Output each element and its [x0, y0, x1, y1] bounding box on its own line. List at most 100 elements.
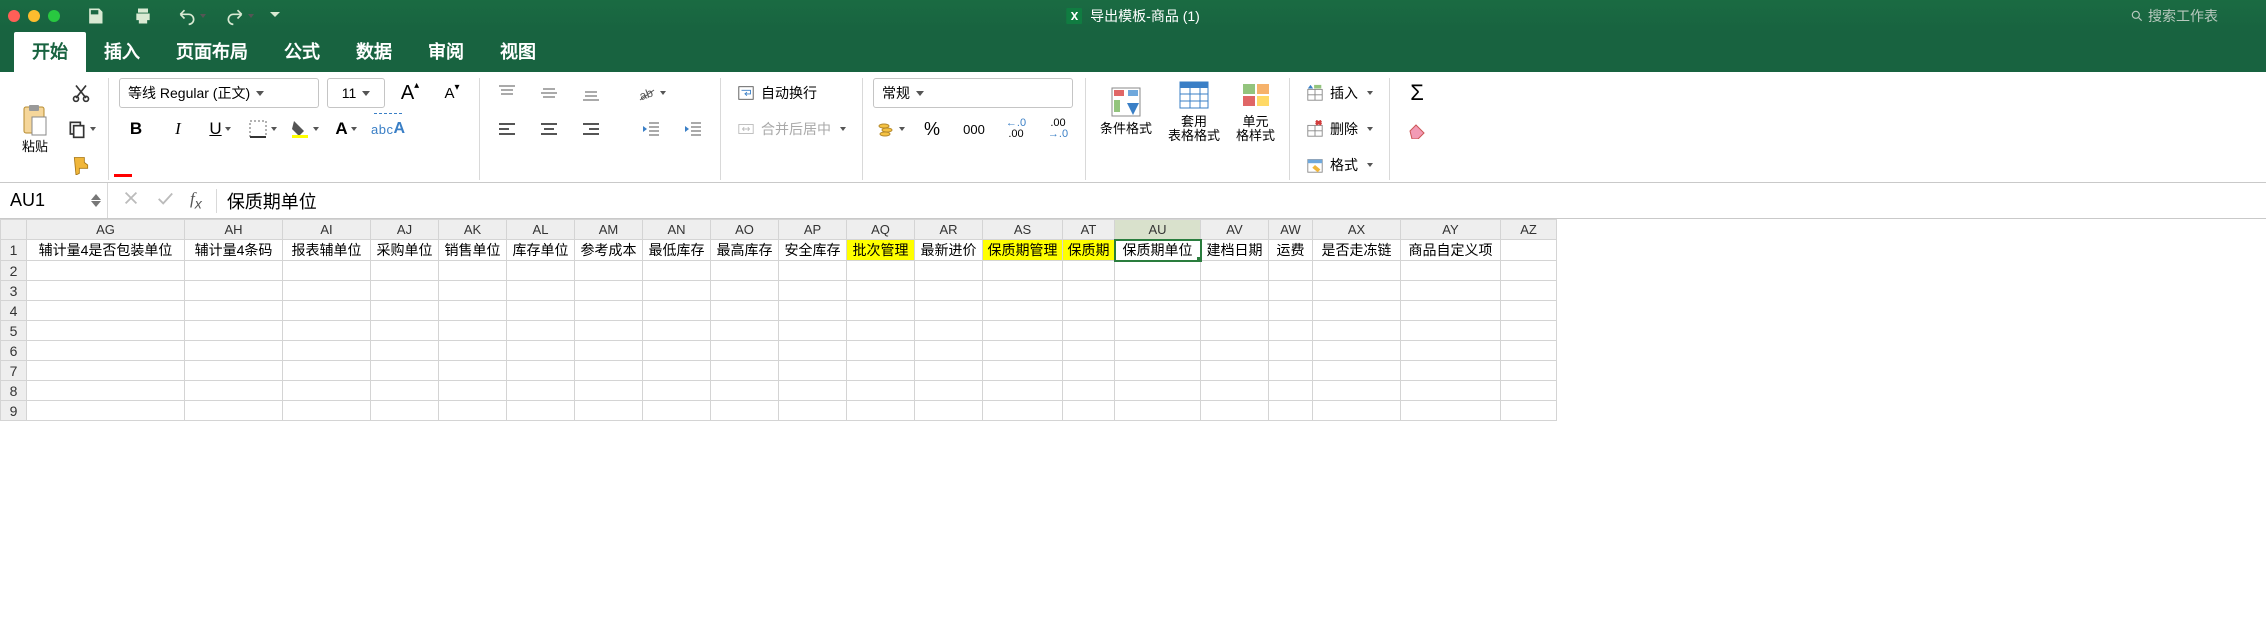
cell-AH5[interactable] — [185, 321, 283, 341]
cell-AJ7[interactable] — [371, 361, 439, 381]
copy-icon[interactable] — [64, 114, 98, 144]
cell-AQ1[interactable]: 批次管理 — [847, 240, 915, 261]
undo-button[interactable] — [174, 1, 208, 31]
cell-AL1[interactable]: 库存单位 — [507, 240, 575, 261]
align-left-icon[interactable] — [490, 114, 524, 144]
format-painter-icon[interactable] — [64, 150, 98, 180]
column-header-AJ[interactable]: AJ — [371, 220, 439, 240]
close-window-icon[interactable] — [8, 10, 20, 22]
conditional-formatting-button[interactable]: 条件格式 — [1096, 85, 1156, 136]
cell-AP2[interactable] — [779, 261, 847, 281]
cell-AU2[interactable] — [1115, 261, 1201, 281]
cell-AI3[interactable] — [283, 281, 371, 301]
orientation-button[interactable]: ab — [634, 78, 668, 108]
cell-AO9[interactable] — [711, 401, 779, 421]
cell-AW3[interactable] — [1269, 281, 1313, 301]
cell-AI6[interactable] — [283, 341, 371, 361]
redo-button[interactable] — [222, 1, 256, 31]
cell-AS1[interactable]: 保质期管理 — [983, 240, 1063, 261]
cell-AP4[interactable] — [779, 301, 847, 321]
cell-AK9[interactable] — [439, 401, 507, 421]
decrease-decimal-button[interactable]: .00→.0 — [1041, 114, 1075, 144]
cell-AT5[interactable] — [1063, 321, 1115, 341]
cell-AZ7[interactable] — [1501, 361, 1557, 381]
cell-AS7[interactable] — [983, 361, 1063, 381]
cell-AK3[interactable] — [439, 281, 507, 301]
cell-AI4[interactable] — [283, 301, 371, 321]
column-header-AV[interactable]: AV — [1201, 220, 1269, 240]
cell-AY3[interactable] — [1401, 281, 1501, 301]
cell-AH9[interactable] — [185, 401, 283, 421]
cell-AN7[interactable] — [643, 361, 711, 381]
autosum-icon[interactable]: Σ — [1400, 78, 1434, 108]
cell-AI1[interactable]: 报表辅单位 — [283, 240, 371, 261]
cell-AV1[interactable]: 建档日期 — [1201, 240, 1269, 261]
cell-AN6[interactable] — [643, 341, 711, 361]
cell-AG8[interactable] — [27, 381, 185, 401]
cell-AS8[interactable] — [983, 381, 1063, 401]
increase-font-icon[interactable]: A▴ — [393, 78, 427, 108]
cell-AQ4[interactable] — [847, 301, 915, 321]
cell-AX4[interactable] — [1313, 301, 1401, 321]
cell-AX5[interactable] — [1313, 321, 1401, 341]
cell-AX2[interactable] — [1313, 261, 1401, 281]
cell-AM4[interactable] — [575, 301, 643, 321]
tab-审阅[interactable]: 审阅 — [410, 32, 482, 72]
cell-AZ2[interactable] — [1501, 261, 1557, 281]
cell-AW6[interactable] — [1269, 341, 1313, 361]
cell-AT6[interactable] — [1063, 341, 1115, 361]
cell-AQ5[interactable] — [847, 321, 915, 341]
cell-AG6[interactable] — [27, 341, 185, 361]
minimize-window-icon[interactable] — [28, 10, 40, 22]
column-header-AK[interactable]: AK — [439, 220, 507, 240]
row-header-7[interactable]: 7 — [1, 361, 27, 381]
name-box[interactable]: AU1 — [0, 183, 108, 218]
column-header-AY[interactable]: AY — [1401, 220, 1501, 240]
cell-AQ3[interactable] — [847, 281, 915, 301]
border-button[interactable] — [245, 114, 279, 144]
cell-AR8[interactable] — [915, 381, 983, 401]
save-icon[interactable] — [78, 1, 112, 31]
cell-AR5[interactable] — [915, 321, 983, 341]
cell-AI2[interactable] — [283, 261, 371, 281]
cell-AT4[interactable] — [1063, 301, 1115, 321]
merge-center-button[interactable]: 合并后居中 — [731, 114, 852, 144]
increase-indent-icon[interactable] — [676, 114, 710, 144]
cell-AY5[interactable] — [1401, 321, 1501, 341]
column-header-AI[interactable]: AI — [283, 220, 371, 240]
cell-AL7[interactable] — [507, 361, 575, 381]
cell-AU6[interactable] — [1115, 341, 1201, 361]
cell-AT2[interactable] — [1063, 261, 1115, 281]
cell-AO7[interactable] — [711, 361, 779, 381]
cell-AJ6[interactable] — [371, 341, 439, 361]
cell-AL4[interactable] — [507, 301, 575, 321]
select-all-corner[interactable] — [1, 220, 27, 240]
cell-AZ5[interactable] — [1501, 321, 1557, 341]
clear-icon[interactable] — [1400, 114, 1434, 144]
cell-AO2[interactable] — [711, 261, 779, 281]
cell-AW5[interactable] — [1269, 321, 1313, 341]
cell-AO3[interactable] — [711, 281, 779, 301]
cell-AL5[interactable] — [507, 321, 575, 341]
fx-icon[interactable]: fx — [190, 189, 202, 212]
cell-AI8[interactable] — [283, 381, 371, 401]
cell-AJ1[interactable]: 采购单位 — [371, 240, 439, 261]
cell-AN2[interactable] — [643, 261, 711, 281]
column-header-AU[interactable]: AU — [1115, 220, 1201, 240]
currency-button[interactable] — [873, 114, 907, 144]
cell-AG2[interactable] — [27, 261, 185, 281]
cell-AU1[interactable]: 保质期单位 — [1115, 240, 1201, 261]
cell-AK7[interactable] — [439, 361, 507, 381]
cell-AS3[interactable] — [983, 281, 1063, 301]
column-header-AN[interactable]: AN — [643, 220, 711, 240]
cell-AQ6[interactable] — [847, 341, 915, 361]
tab-数据[interactable]: 数据 — [338, 32, 410, 72]
confirm-formula-icon[interactable] — [156, 189, 174, 212]
cell-AK4[interactable] — [439, 301, 507, 321]
cell-AV8[interactable] — [1201, 381, 1269, 401]
row-header-9[interactable]: 9 — [1, 401, 27, 421]
cell-AK5[interactable] — [439, 321, 507, 341]
cell-AK1[interactable]: 销售单位 — [439, 240, 507, 261]
cell-AN1[interactable]: 最低库存 — [643, 240, 711, 261]
formula-input[interactable]: 保质期单位 — [217, 188, 2266, 214]
